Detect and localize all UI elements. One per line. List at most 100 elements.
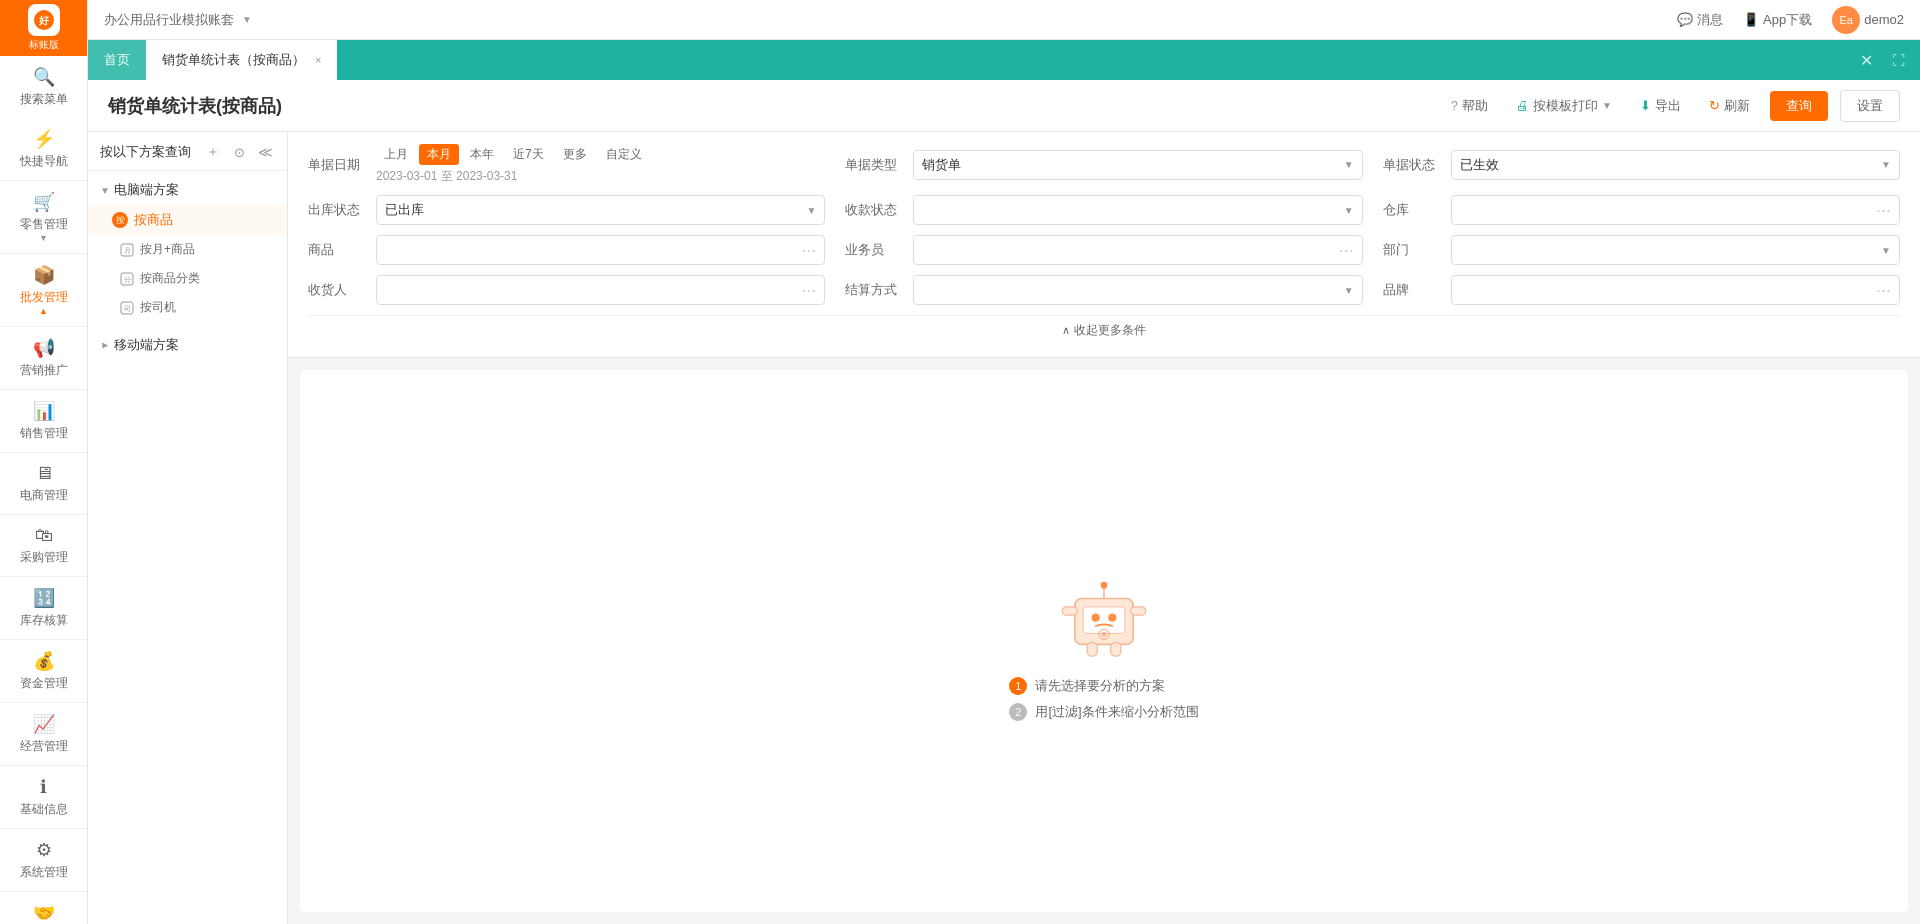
goods-input[interactable]: ··· (376, 235, 825, 265)
sidebar-item-ecommerce[interactable]: 🖥 电商管理 (0, 453, 87, 515)
add-scheme-btn[interactable]: ＋ (203, 142, 223, 162)
help-btn[interactable]: ? 帮助 (1443, 93, 1496, 119)
sidebar-item-quicknav[interactable]: ⚡ 快捷导航 (0, 118, 87, 181)
collapse-bar[interactable]: ∧ 收起更多条件 (308, 315, 1900, 345)
industry-selector[interactable]: 办公用品行业模拟账套 ▼ (104, 11, 252, 29)
bill-type-select[interactable]: 销货单 ▼ (913, 150, 1362, 180)
logo-icon: 好 (28, 4, 60, 36)
username-label: demo2 (1864, 12, 1904, 27)
query-btn[interactable]: 查询 (1770, 91, 1828, 121)
marketing-icon: 📢 (33, 337, 55, 359)
export-btn[interactable]: ⬇ 导出 (1632, 93, 1689, 119)
collapse-panel-btn[interactable]: ≪ (255, 142, 275, 162)
mobile-group-header[interactable]: ▼ 移动端方案 (88, 330, 287, 360)
brand-label: 品牌 (1383, 281, 1451, 299)
brand-dots[interactable]: ··· (1876, 281, 1891, 299)
operations-icon: 📈 (33, 713, 55, 735)
settings-btn[interactable]: 设置 (1840, 90, 1900, 122)
header-actions: 💬 消息 📱 App下载 Ea demo2 (1677, 6, 1904, 34)
user-menu-btn[interactable]: Ea demo2 (1832, 6, 1904, 34)
scheme-item-by-goods[interactable]: 按 按商品 (88, 205, 287, 235)
sales-icon: 📊 (33, 400, 55, 422)
warehouse-label: 仓库 (1383, 201, 1451, 219)
brand-input[interactable]: ··· (1451, 275, 1900, 305)
bill-status-select[interactable]: 已生效 ▼ (1451, 150, 1900, 180)
tab-maximize-btn[interactable]: ⛶ (1884, 46, 1912, 74)
export-label: 导出 (1655, 97, 1681, 115)
bill-status-arrow: ▼ (1881, 159, 1891, 170)
sidebar-item-basic-info[interactable]: ℹ 基础信息 (0, 766, 87, 829)
warehouse-dots[interactable]: ··· (1876, 201, 1891, 219)
industry-label: 办公用品行业模拟账套 (104, 11, 234, 29)
scheme-item-driver[interactable]: 司 按司机 (88, 293, 287, 322)
receiver-input[interactable]: ··· (376, 275, 825, 305)
minimize-icon: ✕ (1860, 51, 1873, 70)
out-status-cell: 出库状态 已出库 ▼ (308, 195, 825, 225)
sidebar-item-purchase[interactable]: 🛍 采购管理 (0, 515, 87, 577)
sidebar-item-search[interactable]: 🔍 搜索菜单 (0, 56, 87, 118)
print-dropdown-arrow: ▼ (1602, 100, 1612, 111)
salesperson-cell: 业务员 ··· (845, 235, 1362, 265)
svg-text:好: 好 (38, 15, 50, 26)
purchase-label: 采购管理 (20, 549, 68, 566)
tab-close-btn[interactable]: × (315, 54, 321, 66)
sidebar-item-inventory[interactable]: 🔢 库存核算 (0, 577, 87, 640)
out-status-label: 出库状态 (308, 201, 376, 219)
this-year-btn[interactable]: 本年 (462, 144, 502, 165)
scheme-icon-goods-category: 分 (120, 272, 134, 286)
custom-date-btn[interactable]: 自定义 (598, 144, 650, 165)
tab-bar: 首页 销货单统计表（按商品） × ✕ ⛶ (88, 40, 1920, 80)
last7-btn[interactable]: 近7天 (505, 144, 552, 165)
message-btn[interactable]: 💬 消息 (1677, 11, 1723, 29)
tab-minimize-btn[interactable]: ✕ (1852, 46, 1880, 74)
department-cell: 部门 ▼ (1383, 235, 1900, 265)
sidebar-item-retail[interactable]: 🛒 零售管理 ▼ (0, 181, 87, 254)
warehouse-input[interactable]: ··· (1451, 195, 1900, 225)
scheme-item-month-goods[interactable]: 月 按月+商品 (88, 235, 287, 264)
receiver-dots[interactable]: ··· (801, 281, 816, 299)
basic-info-label: 基础信息 (20, 801, 68, 818)
out-status-select[interactable]: 已出库 ▼ (376, 195, 825, 225)
sidebar-item-sales[interactable]: 📊 销售管理 (0, 390, 87, 453)
computer-group-header[interactable]: ▼ 电脑端方案 (88, 175, 287, 205)
scheme-label-goods-category: 按商品分类 (140, 270, 200, 287)
help-icon: ? (1451, 98, 1458, 113)
last-month-btn[interactable]: 上月 (376, 144, 416, 165)
tab-sales-report[interactable]: 销货单统计表（按商品） × (146, 40, 337, 80)
goods-dots[interactable]: ··· (801, 241, 816, 259)
goods-label: 商品 (308, 241, 376, 259)
app-download-btn[interactable]: 📱 App下载 (1743, 11, 1812, 29)
scheme-item-goods-category[interactable]: 分 按商品分类 (88, 264, 287, 293)
help-label: 帮助 (1462, 97, 1488, 115)
sidebar-item-wholesale[interactable]: 📦 批发管理 ▲ (0, 254, 87, 327)
scheme-label-driver: 按司机 (140, 299, 176, 316)
sidebar-item-system[interactable]: ⚙ 系统管理 (0, 829, 87, 892)
wholesale-label: 批发管理 (20, 289, 68, 306)
department-select[interactable]: ▼ (1451, 235, 1900, 265)
settlement-select[interactable]: ▼ (913, 275, 1362, 305)
svg-text:月: 月 (124, 247, 131, 254)
system-icon: ⚙ (36, 839, 52, 861)
ecommerce-label: 电商管理 (20, 487, 68, 504)
sidebar-item-collab[interactable]: 🤝 企业协同 (0, 892, 87, 924)
sidebar-item-finance[interactable]: 💰 资金管理 (0, 640, 87, 703)
sidebar-item-operations[interactable]: 📈 经营管理 (0, 703, 87, 766)
salesperson-dots[interactable]: ··· (1339, 241, 1354, 259)
app-logo[interactable]: 好 标账版 (0, 0, 88, 56)
payment-status-select[interactable]: ▼ (913, 195, 1362, 225)
tab-home[interactable]: 首页 (88, 40, 146, 80)
print-btn[interactable]: 🖨 按模板打印 ▼ (1508, 93, 1620, 119)
inventory-label: 库存核算 (20, 612, 68, 629)
computer-group: ▼ 电脑端方案 按 按商品 月 按 (88, 171, 287, 326)
search-icon: 🔍 (33, 66, 55, 88)
refresh-btn[interactable]: ↻ 刷新 (1701, 93, 1758, 119)
edit-scheme-btn[interactable]: ⊙ (229, 142, 249, 162)
this-month-btn[interactable]: 本月 (419, 144, 459, 165)
salesperson-input[interactable]: ··· (913, 235, 1362, 265)
print-label: 按模板打印 (1533, 97, 1598, 115)
scheme-label-month-goods: 按月+商品 (140, 241, 195, 258)
sidebar-item-marketing[interactable]: 📢 营销推广 (0, 327, 87, 390)
message-label: 消息 (1697, 11, 1723, 29)
more-date-btn[interactable]: 更多 (555, 144, 595, 165)
computer-group-arrow: ▼ (100, 185, 110, 196)
